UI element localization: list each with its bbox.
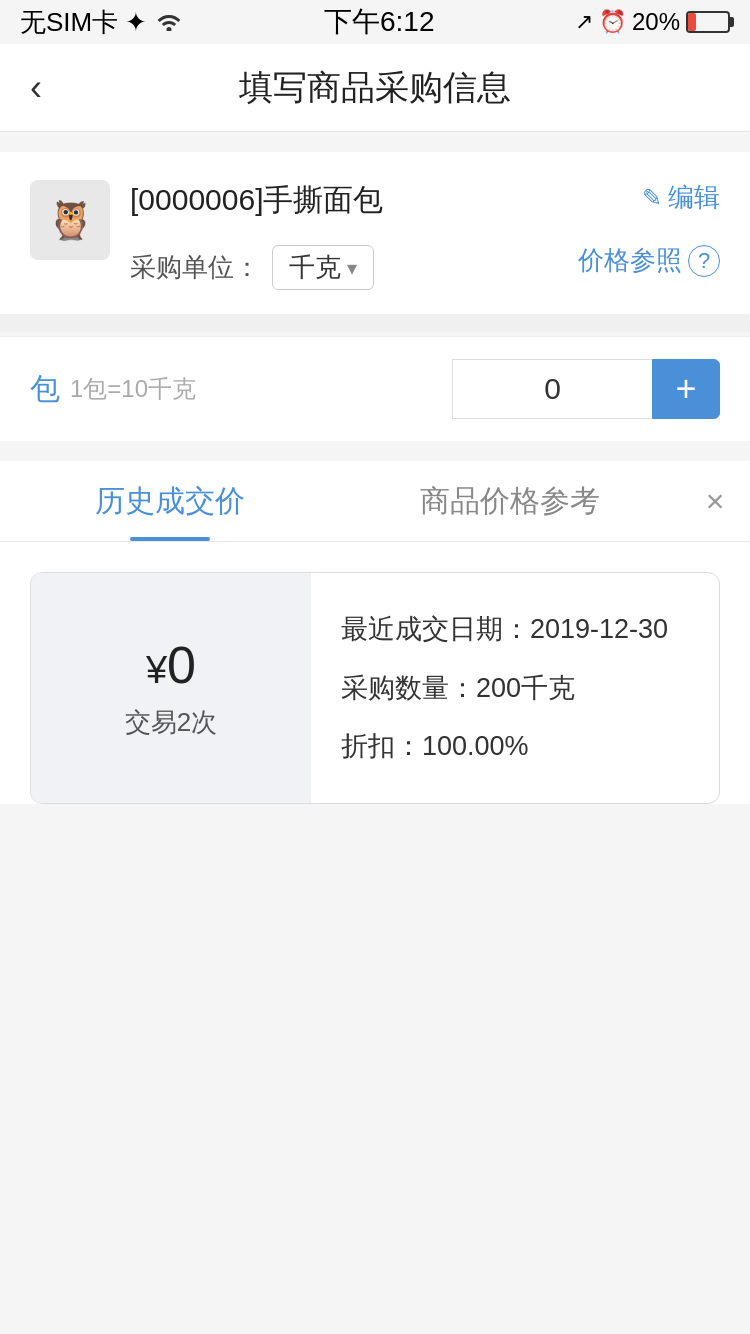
edit-icon: ✎ [642, 184, 662, 212]
qty-hint: 1包=10千克 [70, 373, 196, 405]
discount-row: 折扣：100.00% [341, 726, 689, 767]
status-bar: 无SIM卡 ✦ 下午6:12 ↗ ⏰ 20% [0, 0, 750, 44]
qty-plus-button[interactable]: + [652, 359, 720, 419]
product-thumbnail: 🦉 [30, 180, 110, 260]
tab-history-label: 历史成交价 [95, 481, 245, 522]
status-time: 下午6:12 [324, 3, 435, 41]
purchase-unit-row: 采购单位： 千克 ▾ [130, 245, 383, 290]
history-details-right: 最近成交日期：2019-12-30 采购数量：200千克 折扣：100.00% [311, 573, 719, 803]
tab-history-price[interactable]: 历史成交价 [0, 461, 340, 541]
tabs-section: 历史成交价 商品价格参考 × ¥0 交易2次 最近成交日期：2019-12-30… [0, 461, 750, 804]
tab-close-button[interactable]: × [680, 461, 750, 541]
nav-bar: ‹ 填写商品采购信息 [0, 44, 750, 132]
recent-date-value: 2019-12-30 [530, 614, 668, 644]
product-info: [0000006]手撕面包 采购单位： 千克 ▾ [130, 180, 383, 290]
qty-unit-badge: 包 [30, 369, 60, 410]
history-price-left: ¥0 交易2次 [31, 573, 311, 803]
carrier-text: 无SIM卡 ✦ [20, 5, 147, 40]
section-separator [0, 314, 750, 332]
tab-price-ref-label: 商品价格参考 [420, 481, 600, 522]
discount-label: 折扣： [341, 731, 422, 761]
status-right: ↗ ⏰ 20% [575, 8, 730, 36]
tab-price-reference[interactable]: 商品价格参考 [340, 461, 680, 541]
price-reference-button[interactable]: 价格参照 ? [578, 243, 720, 278]
product-left: 🦉 [0000006]手撕面包 采购单位： 千克 ▾ [30, 180, 383, 290]
qty-input[interactable]: 0 [452, 359, 652, 419]
product-header: 🦉 [0000006]手撕面包 采购单位： 千克 ▾ ✎ 编辑 [30, 180, 720, 290]
recent-date-label: 最近成交日期： [341, 614, 530, 644]
purchase-qty-label: 采购数量： [341, 673, 476, 703]
purchase-qty-row: 采购数量：200千克 [341, 668, 689, 709]
alarm-icon: ⏰ [599, 9, 626, 35]
help-icon: ? [688, 245, 720, 277]
price-number: 0 [167, 636, 196, 694]
currency-sign: ¥ [146, 649, 167, 691]
product-image-icon: 🦉 [47, 198, 94, 242]
tabs-header: 历史成交价 商品价格参考 × [0, 461, 750, 542]
unit-value: 千克 [289, 250, 341, 285]
bottom-space [0, 834, 750, 1335]
history-price-value: ¥0 [146, 635, 196, 695]
unit-label: 采购单位： [130, 250, 260, 285]
dropdown-arrow-icon: ▾ [347, 256, 357, 280]
page-title: 填写商品采购信息 [239, 65, 511, 111]
price-ref-label: 价格参照 [578, 243, 682, 278]
back-button[interactable]: ‹ [30, 67, 42, 109]
status-left: 无SIM卡 ✦ [20, 5, 183, 40]
product-card: 🦉 [0000006]手撕面包 采购单位： 千克 ▾ ✎ 编辑 [0, 152, 750, 314]
qty-value: 0 [544, 372, 561, 406]
qty-label-group: 包 1包=10千克 [30, 369, 196, 410]
history-trade-count: 交易2次 [125, 705, 217, 740]
purchase-qty-value: 200千克 [476, 673, 575, 703]
close-icon: × [706, 483, 725, 520]
location-icon: ↗ [575, 9, 593, 35]
history-card: ¥0 交易2次 最近成交日期：2019-12-30 采购数量：200千克 折扣：… [30, 572, 720, 804]
battery-percent: 20% [632, 8, 680, 36]
discount-value: 100.00% [422, 731, 529, 761]
recent-date-row: 最近成交日期：2019-12-30 [341, 609, 689, 650]
edit-button[interactable]: ✎ 编辑 [642, 180, 720, 215]
quantity-row: 包 1包=10千克 0 + [0, 336, 750, 441]
edit-label: 编辑 [668, 180, 720, 215]
product-right: ✎ 编辑 价格参照 ? [578, 180, 720, 278]
wifi-icon [155, 7, 183, 38]
qty-controls: 0 + [452, 359, 720, 419]
battery-icon [686, 11, 730, 33]
unit-selector[interactable]: 千克 ▾ [272, 245, 374, 290]
plus-icon: + [675, 368, 696, 410]
product-name: [0000006]手撕面包 [130, 180, 383, 221]
